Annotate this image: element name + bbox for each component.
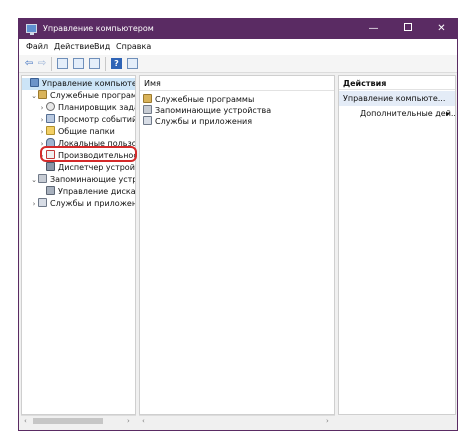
show-hide-tree-icon[interactable] [57, 58, 68, 69]
status-bar [19, 425, 457, 430]
tree-item-shared-folders[interactable]: › Общие папки [38, 126, 115, 138]
help-icon[interactable]: ? [111, 58, 122, 69]
minimize-button[interactable]: — [358, 19, 389, 39]
scrollbar-thumb[interactable] [33, 418, 103, 424]
toolbar-separator [51, 57, 52, 71]
chevron-right-icon[interactable]: › [38, 102, 46, 114]
device-manager-icon [46, 162, 55, 171]
chevron-right-icon[interactable]: › [30, 198, 38, 210]
close-icon: ✕ [437, 23, 446, 34]
tools-icon [38, 90, 47, 99]
tree-item-disk-management[interactable]: Управление дисками [38, 186, 135, 198]
list-horizontal-scrollbar[interactable]: ‹ › [139, 415, 335, 425]
menu-bar: Файл Действие Вид Справка [19, 39, 457, 55]
chevron-down-icon[interactable]: ⌄ [30, 174, 38, 186]
more-actions-item[interactable]: Дополнительные дей... ▸ [339, 107, 455, 121]
actions-group-computer-management[interactable]: Управление компьюте... ▸ [339, 91, 455, 106]
event-log-icon [46, 114, 55, 123]
services-icon [143, 116, 152, 125]
properties-icon[interactable] [73, 58, 84, 69]
chevron-right-icon[interactable]: › [38, 114, 46, 126]
chevron-down-icon[interactable]: ⌄ [30, 90, 38, 102]
shared-folder-icon [46, 126, 55, 135]
list-item[interactable]: Запоминающие устройства [143, 105, 271, 116]
window-title: Управление компьютером [43, 24, 154, 33]
tree-item-storage[interactable]: ⌄Запоминающие устройства [30, 174, 135, 186]
tree-item-device-manager[interactable]: Диспетчер устройств [38, 162, 135, 174]
minimize-icon: — [368, 23, 379, 34]
tree-root[interactable]: Управление компьютером (л [22, 78, 135, 90]
clock-icon [46, 102, 55, 111]
close-button[interactable]: ✕ [426, 19, 457, 39]
list-item[interactable]: Службы и приложения [143, 116, 252, 127]
chevron-right-icon[interactable]: › [38, 126, 46, 138]
submenu-arrow-icon: ▸ [446, 109, 451, 118]
tree-item-services-apps[interactable]: ›Службы и приложения [30, 198, 135, 210]
computer-icon [30, 78, 39, 87]
console-tree: Управление компьютером (л ⌄Служебные про… [21, 75, 136, 415]
back-arrow-icon[interactable]: ⇦ [24, 58, 34, 70]
computer-management-icon [26, 24, 37, 35]
show-action-pane-icon[interactable] [127, 58, 138, 69]
actions-header: Действия [339, 76, 455, 90]
maximize-icon [403, 23, 412, 31]
storage-icon [143, 105, 152, 114]
menu-action[interactable]: Действие [54, 42, 94, 51]
tree-item-event-viewer[interactable]: › Просмотр событий [38, 114, 135, 126]
tree-item-system-tools[interactable]: ⌄Служебные программы [30, 90, 135, 102]
title-bar[interactable]: Управление компьютером — ✕ [19, 19, 457, 39]
toolbar: ⇦ ⇨ ? [19, 55, 457, 73]
services-icon [38, 198, 47, 207]
list-item[interactable]: Служебные программы [143, 94, 254, 105]
toolbar-separator [105, 57, 106, 71]
menu-help[interactable]: Справка [116, 42, 151, 51]
export-list-icon[interactable] [89, 58, 100, 69]
menu-file[interactable]: Файл [26, 42, 48, 51]
menu-view[interactable]: Вид [94, 42, 110, 51]
tools-icon [143, 94, 152, 103]
column-header-name[interactable]: Имя [140, 76, 334, 91]
content-list: Имя Служебные программы Запоминающие уст… [139, 75, 335, 415]
tree-horizontal-scrollbar[interactable]: ‹ › [21, 415, 136, 425]
forward-arrow-icon[interactable]: ⇨ [37, 58, 47, 70]
computer-management-window: Управление компьютером — ✕ Файл Действие… [18, 18, 458, 431]
maximize-button[interactable] [392, 19, 423, 39]
device-manager-highlight [40, 146, 137, 162]
tree-item-task-scheduler[interactable]: ›Планировщик заданий [38, 102, 135, 114]
storage-icon [38, 174, 47, 183]
actions-pane: Действия Управление компьюте... ▸ Дополн… [338, 75, 456, 415]
disk-icon [46, 186, 55, 195]
